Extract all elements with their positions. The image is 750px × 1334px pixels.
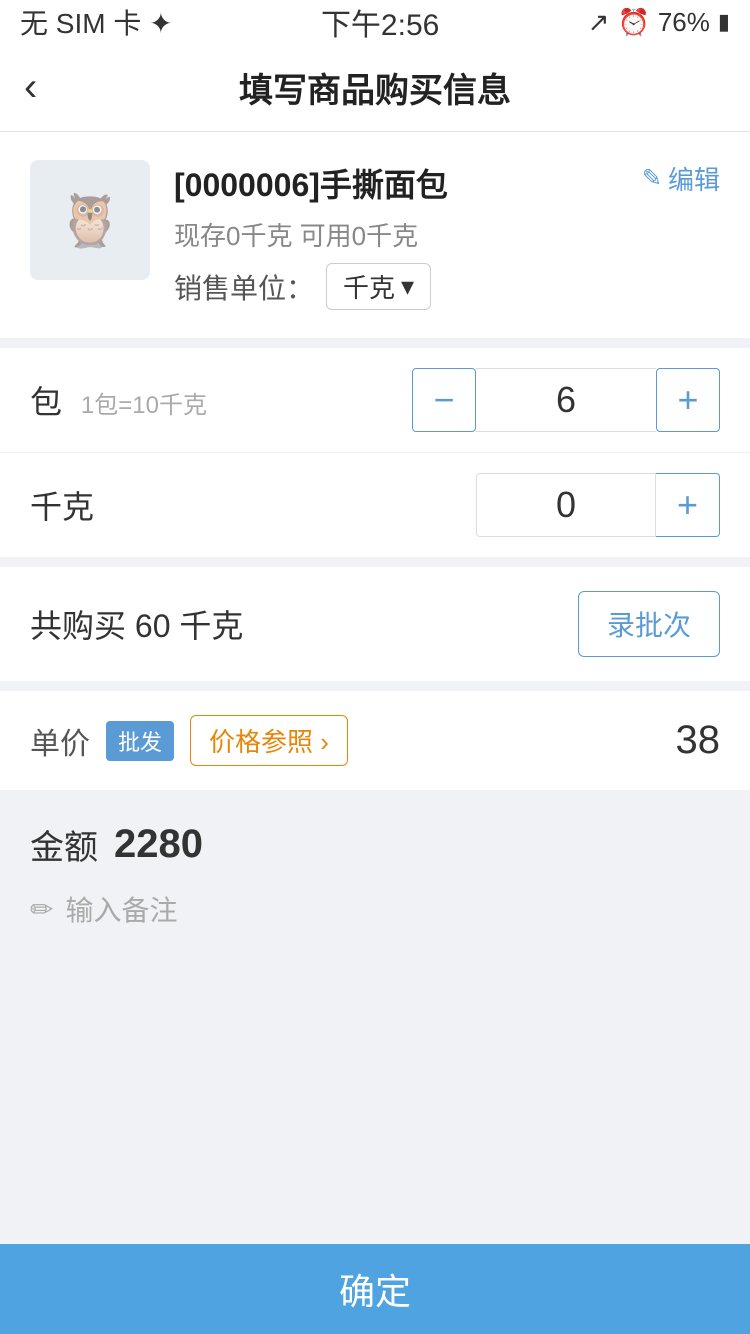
edit-icon: ✎ [642, 164, 662, 193]
confirm-button[interactable]: 确定 [0, 1244, 750, 1334]
batch-record-button[interactable]: 录批次 [578, 591, 720, 657]
summary-text: 共购买 60 千克 [30, 601, 243, 647]
status-left: 无 SIM 卡 ✦ [20, 2, 173, 42]
edit-button[interactable]: ✎ 编辑 [642, 160, 720, 197]
price-label: 单价 [30, 719, 90, 763]
pack-minus-button[interactable]: − [412, 368, 476, 432]
product-thumb-icon: 🦉 [58, 190, 123, 251]
kg-quantity-control: + [476, 473, 720, 537]
unit-label: 销售单位： [174, 267, 314, 307]
product-name-row: [0000006]手撕面包 ✎ 编辑 [174, 160, 720, 216]
confirm-button-label: 确定 [339, 1263, 411, 1315]
location-icon: ↗ [588, 7, 610, 38]
summary-row: 共购买 60 千克 录批次 [0, 567, 750, 691]
unit-value: 千克 [343, 268, 395, 305]
page-title: 填写商品购买信息 [239, 63, 511, 112]
product-card: 🦉 [0000006]手撕面包 ✎ 编辑 现存0千克 可用0千克 销售单位： 千… [0, 132, 750, 348]
product-info: [0000006]手撕面包 ✎ 编辑 现存0千克 可用0千克 销售单位： 千克 … [174, 160, 720, 310]
kg-quantity-input[interactable] [476, 473, 656, 537]
alarm-icon: ⏰ [617, 7, 649, 38]
product-name: [0000006]手撕面包 [174, 160, 448, 206]
price-badge: 批发 [106, 721, 174, 761]
status-right: ↗ ⏰ 76% ▮ [588, 7, 730, 38]
page-spacer [0, 945, 750, 1145]
price-reference-button[interactable]: 价格参照 › [190, 715, 348, 766]
product-stock: 现存0千克 可用0千克 [174, 216, 720, 253]
nav-bar: ‹ 填写商品购买信息 [0, 44, 750, 132]
sim-status: 无 SIM 卡 ✦ [20, 2, 173, 42]
remark-label: 输入备注 [65, 889, 177, 929]
amount-label: 金额 [30, 820, 98, 869]
kg-plus-button[interactable]: + [656, 473, 720, 537]
bottom-space [0, 1145, 750, 1235]
pack-label: 包 1包=10千克 [30, 377, 412, 423]
pack-plus-button[interactable]: + [656, 368, 720, 432]
dropdown-arrow-icon: ▾ [401, 271, 414, 302]
back-button[interactable]: ‹ [24, 65, 37, 110]
pack-quantity-control: − + [412, 368, 720, 432]
price-section: 单价 批发 价格参照 › 38 [0, 691, 750, 792]
status-time: 下午2:56 [321, 0, 439, 44]
pack-sub-label: 1包=10千克 [81, 392, 207, 419]
product-unit-row: 销售单位： 千克 ▾ [174, 263, 720, 310]
pack-quantity-input[interactable] [476, 368, 656, 432]
status-bar: 无 SIM 卡 ✦ 下午2:56 ↗ ⏰ 76% ▮ [0, 0, 750, 44]
battery-icon: ▮ [718, 9, 730, 35]
unit-dropdown[interactable]: 千克 ▾ [326, 263, 431, 310]
pack-quantity-row: 包 1包=10千克 − + [0, 348, 750, 453]
amount-value: 2280 [114, 822, 203, 867]
amount-row: 金额 2280 [30, 820, 720, 869]
price-value: 38 [676, 718, 721, 763]
kg-quantity-row: 千克 + [0, 453, 750, 567]
remark-icon: ✏ [30, 893, 53, 926]
battery-level: 76% [658, 7, 710, 38]
remark-row[interactable]: ✏ 输入备注 [30, 889, 720, 929]
product-thumbnail: 🦉 [30, 160, 150, 280]
kg-label: 千克 [30, 482, 476, 528]
amount-section: 金额 2280 ✏ 输入备注 [0, 792, 750, 945]
